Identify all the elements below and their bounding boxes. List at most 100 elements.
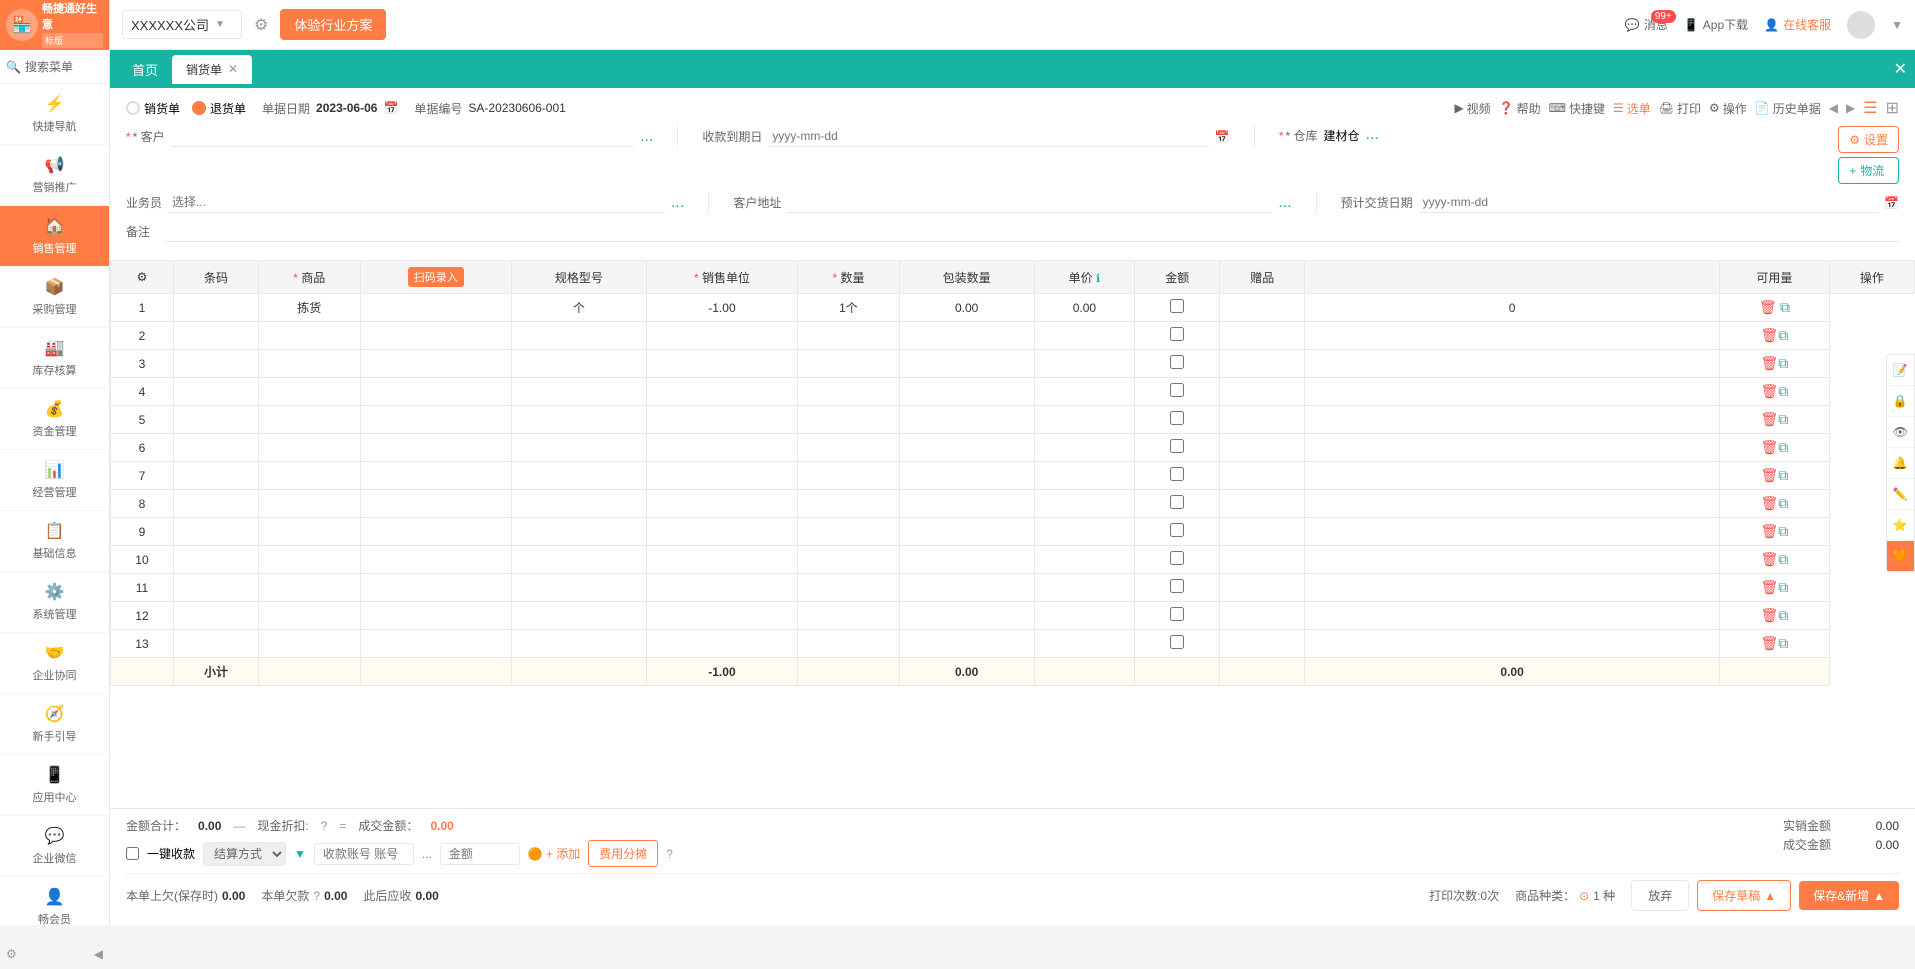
copy-icon[interactable]: ⧉ [1778,355,1788,371]
payment-help-icon[interactable]: ? [666,847,673,861]
nav-prev-icon[interactable]: ◀ [1829,101,1838,115]
company-selector[interactable]: XXXXXX公司 ▼ [122,10,242,39]
row-barcode[interactable] [173,294,258,322]
float-btn-5[interactable]: ✏️ [1887,479,1914,510]
customer-dots-icon[interactable]: ... [640,128,653,146]
due-date-input[interactable] [768,126,1208,147]
sidebar-item-basic[interactable]: 📋 基础信息 [0,511,109,572]
row-amount[interactable]: 0.00 [1034,294,1135,322]
th-settings[interactable]: ⚙ [111,261,174,294]
address-dots-icon[interactable]: ... [1278,194,1291,212]
copy-icon[interactable]: ⧉ [1778,607,1788,623]
delete-icon[interactable]: 🗑 [1761,607,1779,623]
sidebar-item-member[interactable]: 👤 畅会员 [0,877,109,938]
one-key-payment-checkbox[interactable] [126,847,139,860]
sidebar-item-inventory[interactable]: 🏭 库存核算 [0,328,109,389]
delete-icon[interactable]: 🗑 [1761,495,1779,511]
shortcut-btn[interactable]: ⌨ 快捷键 [1549,100,1605,117]
operation-btn[interactable]: ⚙ 操作 [1709,100,1747,117]
copy-icon[interactable]: ⧉ [1778,495,1788,511]
due-date-calendar-icon[interactable]: 📅 [1215,130,1230,144]
settings-icon[interactable]: ⚙ [6,947,17,961]
float-btn-1[interactable]: 📝 [1887,355,1914,386]
expense-button[interactable]: 费用分摊 [588,840,658,867]
row-spec[interactable] [360,294,511,322]
copy-icon[interactable]: ⧉ [1778,579,1788,595]
th-scan[interactable]: 扫码录入 [360,261,511,294]
view-grid-icon[interactable]: ⊞ [1886,98,1899,118]
row-pkg-qty[interactable]: 1个 [798,294,900,322]
debt-help-icon[interactable]: ? [313,889,320,903]
video-btn[interactable]: ▶ 视频 [1454,100,1490,117]
sidebar-item-sales[interactable]: 🏠 销售管理 [0,206,109,267]
abandon-button[interactable]: 放弃 [1631,880,1689,911]
copy-icon[interactable]: ⧉ [1780,299,1790,315]
delete-icon[interactable]: 🗑 [1761,579,1779,595]
delete-icon[interactable]: 🗑 [1759,299,1777,315]
warehouse-dots-icon[interactable]: ... [1366,126,1379,144]
delete-icon[interactable]: 🗑 [1761,439,1779,455]
sidebar-item-purchase[interactable]: 📦 采购管理 [0,267,109,328]
account-dots-icon[interactable]: ... [422,847,432,861]
remark-input[interactable] [166,221,1899,242]
account-input[interactable] [314,843,414,865]
salesperson-input[interactable] [168,192,665,213]
copy-icon[interactable]: ⧉ [1778,327,1788,343]
address-input[interactable] [787,192,1272,213]
delete-icon[interactable]: 🗑 [1761,355,1779,371]
sidebar-item-enterprise[interactable]: 🤝 企业协同 [0,633,109,694]
float-btn-3[interactable]: 👁 [1887,417,1914,448]
delete-icon[interactable]: 🗑 [1761,523,1779,539]
tab-home[interactable]: 首页 [118,54,172,85]
delete-icon[interactable]: 🗑 [1761,467,1779,483]
copy-icon[interactable]: ⧉ [1778,551,1788,567]
discount-help-icon[interactable]: ? [321,819,328,833]
payment-amount-input[interactable] [440,843,520,865]
copy-icon[interactable]: ⧉ [1778,467,1788,483]
row-gift[interactable] [1135,294,1220,322]
view-list-icon[interactable]: ☰ [1863,98,1877,118]
settings-button[interactable]: ⚙ 设置 [1838,126,1899,153]
avatar[interactable] [1847,11,1875,39]
delete-icon[interactable]: 🗑 [1761,411,1779,427]
collapse-icon[interactable]: ◀ [94,947,103,961]
float-btn-2[interactable]: 🔒 [1887,386,1914,417]
close-all-tabs-icon[interactable]: ✕ [1894,59,1907,79]
history-btn[interactable]: 📄 历史单据 [1755,100,1821,117]
delete-icon[interactable]: 🗑 [1761,327,1779,343]
sidebar-item-guide[interactable]: 🧭 新手引导 [0,694,109,755]
sidebar-item-system[interactable]: ⚙️ 系统管理 [0,572,109,633]
nav-next-icon[interactable]: ▶ [1846,101,1855,115]
delivery-calendar-icon[interactable]: 📅 [1884,196,1899,210]
delete-icon[interactable]: 🗑 [1761,383,1779,399]
row-price[interactable]: 0.00 [899,294,1034,322]
copy-icon[interactable]: ⧉ [1778,635,1788,651]
user-menu-chevron-icon[interactable]: ▼ [1891,18,1903,32]
customer-input[interactable] [171,126,634,147]
trial-button[interactable]: 体验行业方案 [280,9,386,40]
print-btn[interactable]: 🖨 打印 [1659,100,1701,117]
sidebar-item-marketing[interactable]: 📢 营销推广 [0,145,109,206]
row-qty[interactable]: -1.00 [646,294,797,322]
select-btn[interactable]: ☰ 选单 [1613,100,1651,117]
payment-method-select[interactable]: 结算方式 [203,842,286,866]
radio-return-order[interactable]: 退货单 [192,100,246,117]
radio-sales-order[interactable]: 销货单 [126,100,180,117]
float-btn-7[interactable]: 🧡 [1887,541,1914,571]
row-product[interactable]: 拣货 [258,294,360,322]
sidebar-item-operation[interactable]: 📊 经营管理 [0,450,109,511]
logistics-button[interactable]: + 物流 [1838,157,1899,184]
date-value[interactable]: 2023-06-06 [316,101,377,115]
scan-button[interactable]: 扫码录入 [408,267,464,287]
copy-icon[interactable]: ⧉ [1778,411,1788,427]
tab-sales-order[interactable]: 销货单 ✕ [172,55,252,84]
copy-icon[interactable]: ⧉ [1778,383,1788,399]
delivery-date-input[interactable] [1419,192,1878,213]
salesperson-dots-icon[interactable]: ... [671,194,684,212]
tab-close-icon[interactable]: ✕ [228,62,238,76]
message-button[interactable]: 💬 消息 99+ [1625,16,1668,33]
save-draft-button[interactable]: 保存草稿 ▲ [1697,880,1791,911]
row-unit[interactable]: 个 [511,294,646,322]
sidebar-search[interactable]: 🔍 搜索菜单 [0,50,109,84]
float-btn-6[interactable]: ⭐ [1887,510,1914,541]
